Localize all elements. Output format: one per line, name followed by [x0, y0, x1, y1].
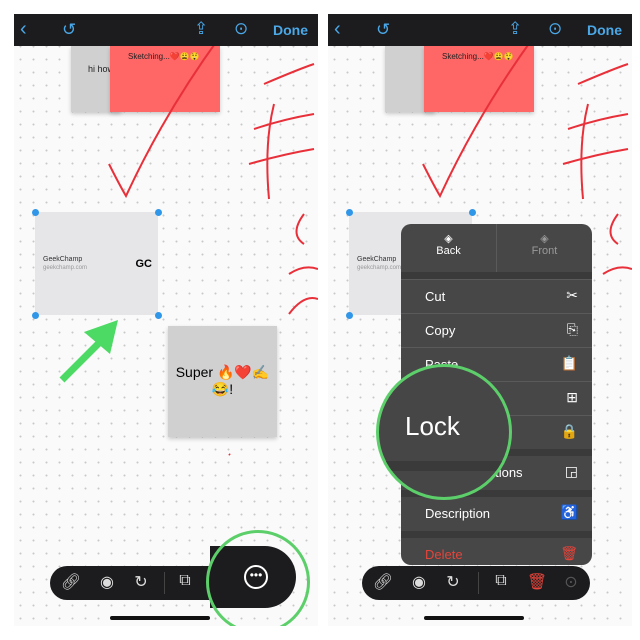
super-note[interactable]: Super 🔥❤️✍️ 😂!: [168, 326, 277, 437]
share-icon[interactable]: ⇪: [194, 19, 208, 39]
geekchamp-card[interactable]: GeekChamp geekchamp.com GC: [35, 212, 158, 315]
duplicate-icon: ⊞: [566, 389, 578, 405]
done-button[interactable]: Done: [587, 22, 622, 38]
resize-handle[interactable]: [32, 312, 39, 319]
front-button[interactable]: ◈ Front: [496, 224, 592, 272]
object-toolbar: 🔗︎ ◉ ↻ ⧉ 🗑︎ ⊙: [362, 566, 590, 600]
layers-icon: ◈: [444, 233, 453, 245]
paste-icon: 📋: [560, 355, 578, 371]
chevron-left-icon[interactable]: ‹: [20, 18, 27, 41]
divider: [478, 572, 479, 594]
top-bar: ‹ ↺ ⇪ ⊙ Done: [328, 14, 632, 46]
trash-icon[interactable]: 🗑︎: [526, 572, 548, 592]
resize-handle[interactable]: [346, 312, 353, 319]
divider: [164, 572, 165, 594]
resize-handle[interactable]: [32, 209, 39, 216]
menu-item-copy[interactable]: Copy ⎘: [401, 313, 592, 347]
card-title: GeekChamp: [357, 256, 397, 263]
card-logo: GC: [135, 258, 153, 270]
resize-handle[interactable]: [346, 209, 353, 216]
resize-handle[interactable]: [469, 209, 476, 216]
resize-handle[interactable]: [155, 312, 162, 319]
separator: [379, 461, 509, 471]
layers-icon: ◈: [540, 233, 549, 245]
share-icon[interactable]: ⇪: [508, 19, 522, 39]
more-icon[interactable]: ⊙: [548, 19, 562, 39]
note-line: Super 🔥❤️✍️: [175, 364, 270, 380]
label: Copy: [425, 323, 456, 338]
rotate-icon[interactable]: ↻: [130, 572, 152, 592]
highlight-circle: [206, 530, 310, 626]
menu-item-cut[interactable]: Cut ✂: [401, 279, 592, 313]
left-screenshot: ‹ ↺ ⇪ ⊙ Done hi how Sketching...❤️😩😲 Gee…: [14, 14, 318, 626]
aspect-ratio-icon: ◲: [564, 463, 578, 479]
right-screenshot: ‹ ↺ ⇪ ⊙ Done Sketching...❤️😩😲 GeekChamp …: [328, 14, 632, 626]
duplicate-icon[interactable]: ⧉: [174, 572, 196, 590]
eye-icon[interactable]: ◉: [408, 572, 430, 592]
menu-item-delete[interactable]: Delete 🗑︎: [401, 538, 592, 565]
undo-icon[interactable]: ↺: [62, 20, 76, 40]
accessibility-icon: ♿: [560, 504, 578, 520]
done-button[interactable]: Done: [273, 22, 308, 38]
lock-icon: 🔒: [560, 423, 578, 439]
label: Delete: [425, 547, 463, 562]
label: Description: [425, 506, 491, 521]
label: Cut: [425, 289, 446, 304]
trash-icon: 🗑︎: [560, 545, 578, 561]
card-subtitle: geekchamp.com: [43, 265, 88, 271]
rotate-icon[interactable]: ↻: [442, 572, 464, 592]
more-icon[interactable]: ⊙: [234, 19, 248, 39]
home-indicator: [110, 616, 210, 620]
front-label: Front: [531, 245, 558, 257]
duplicate-icon[interactable]: ⧉: [490, 572, 512, 590]
magnified-lock-label: Lock: [405, 411, 460, 441]
undo-icon[interactable]: ↺: [376, 20, 390, 40]
top-bar: ‹ ↺ ⇪ ⊙ Done: [14, 14, 318, 46]
scissors-icon: ✂: [566, 287, 578, 303]
back-button[interactable]: ◈ Back: [401, 224, 496, 272]
link-icon[interactable]: 🔗︎: [372, 572, 394, 592]
copy-icon: ⎘: [566, 321, 578, 337]
eye-icon[interactable]: ◉: [96, 572, 118, 592]
separator: [401, 531, 592, 538]
more-icon[interactable]: ⊙: [560, 572, 582, 592]
card-subtitle: geekchamp.com: [357, 265, 402, 271]
link-icon[interactable]: 🔗︎: [60, 572, 82, 592]
chevron-left-icon[interactable]: ‹: [334, 18, 341, 41]
home-indicator: [424, 616, 524, 620]
card-title: GeekChamp: [43, 256, 83, 263]
note-line: 😂!: [211, 381, 234, 397]
back-label: Back: [436, 245, 461, 257]
resize-handle[interactable]: [155, 209, 162, 216]
separator: [401, 272, 592, 279]
magnifier: Lock: [376, 364, 512, 500]
menu-item-description[interactable]: Description ♿: [401, 497, 592, 531]
